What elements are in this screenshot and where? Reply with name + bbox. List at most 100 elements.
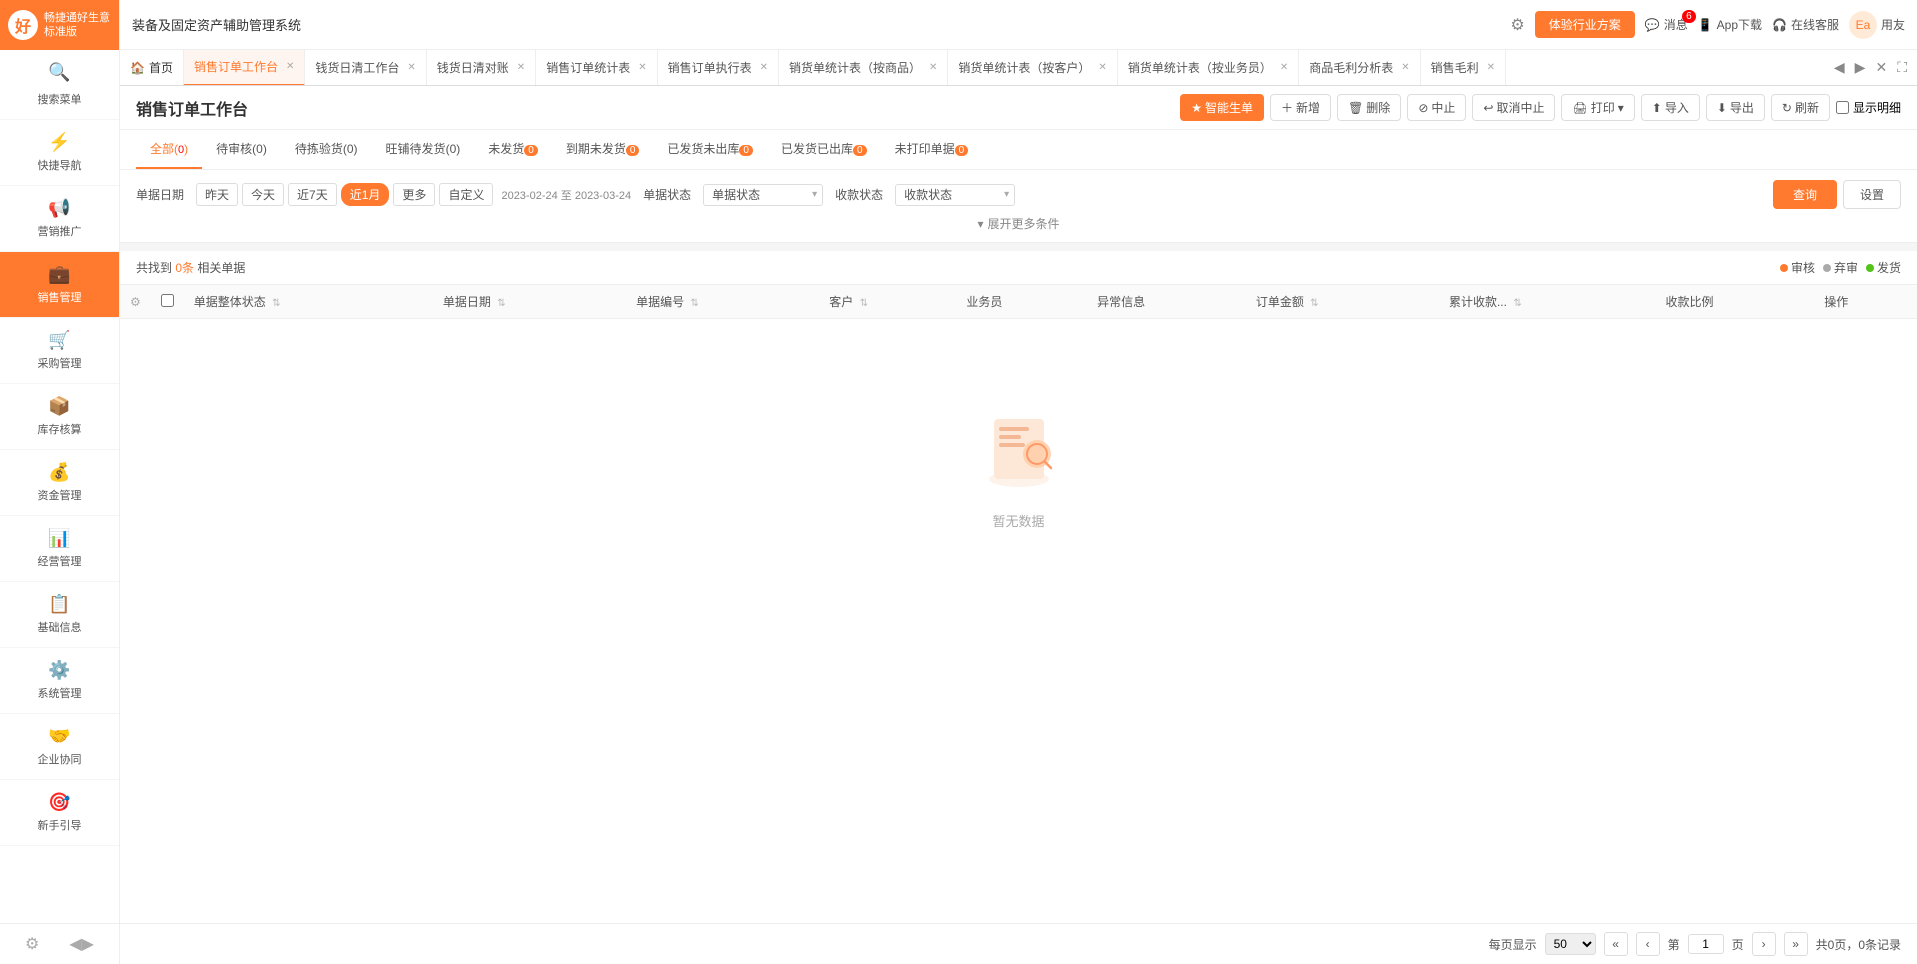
sidebar-item-purchase[interactable]: 🛒 采购管理	[0, 318, 119, 384]
sub-tab-all[interactable]: 全部(0)	[136, 130, 202, 169]
sidebar-item-finance[interactable]: 💰 资金管理	[0, 450, 119, 516]
import-button[interactable]: ⬆ 导入	[1641, 94, 1700, 121]
date-btn-1month[interactable]: 近1月	[341, 183, 390, 206]
sub-tab-pending-review[interactable]: 待审核(0)	[202, 130, 281, 169]
sub-tab-overdue-not-shipped[interactable]: 到期未发货0	[552, 130, 654, 169]
sub-tab-shipped-out[interactable]: 已发货已出库0	[767, 130, 881, 169]
select-all-checkbox[interactable]	[161, 294, 174, 307]
date-btn-7days[interactable]: 近7天	[288, 183, 337, 206]
status-select[interactable]: 单据状态	[703, 184, 823, 206]
sidebar-item-inventory[interactable]: 📦 库存核算	[0, 384, 119, 450]
next-page-btn[interactable]: ›	[1752, 932, 1776, 956]
tab-close-sales-stat-staff[interactable]: ✕	[1280, 62, 1288, 73]
filter-bar: 单据日期 昨天 今天 近7天 近1月 更多 自定义 2023-02-24 至 2…	[120, 170, 1917, 243]
sort-collected-icon[interactable]: ⇅	[1513, 298, 1521, 309]
tab-sales-stat-product[interactable]: 销货单统计表（按商品） ✕	[779, 50, 948, 86]
sidebar-item-operations[interactable]: 📊 经营管理	[0, 516, 119, 582]
th-checkbox[interactable]	[151, 285, 184, 319]
stop-button[interactable]: ⊘ 中止	[1407, 94, 1466, 121]
sidebar-item-sales[interactable]: 💼 销售管理	[0, 252, 119, 318]
tab-sales-order[interactable]: 销售订单工作台 ✕	[184, 50, 305, 86]
date-btn-yesterday[interactable]: 昨天	[196, 183, 238, 206]
tab-sales-exec[interactable]: 销售订单执行表 ✕	[658, 50, 779, 86]
tab-bar: 🏠 首页 销售订单工作台 ✕ 钱货日清工作台 ✕ 钱货日清对账 ✕ 销售订单统计…	[120, 50, 1917, 86]
add-button[interactable]: ＋ 新增	[1270, 94, 1331, 121]
sub-tab-not-printed[interactable]: 未打印单据0	[881, 130, 983, 169]
sub-tab-wangpu-pending[interactable]: 旺铺待发货(0)	[372, 130, 475, 169]
tab-cash-daily[interactable]: 钱货日清工作台 ✕	[305, 50, 426, 86]
show-detail-checkbox[interactable]	[1836, 101, 1849, 114]
user-menu-btn[interactable]: Ea 用友	[1849, 11, 1905, 39]
sort-number-icon[interactable]: ⇅	[690, 298, 698, 309]
tab-sales-stat-staff[interactable]: 销货单统计表（按业务员） ✕	[1118, 50, 1299, 86]
sidebar-collapse-btn[interactable]: ◀▶	[69, 934, 94, 954]
app-download-btn[interactable]: 📱 App下载	[1698, 16, 1762, 33]
date-btn-custom[interactable]: 自定义	[439, 183, 493, 206]
sub-tab-pending-inspect[interactable]: 待拣验货(0)	[281, 130, 372, 169]
date-btn-more[interactable]: 更多	[393, 183, 435, 206]
sidebar-item-system[interactable]: ⚙️ 系统管理	[0, 648, 119, 714]
tab-close-sales-stat-customer[interactable]: ✕	[1098, 62, 1106, 73]
set-button[interactable]: 设置	[1843, 180, 1901, 209]
prev-page-btn[interactable]: ‹	[1636, 932, 1660, 956]
tab-close-all-btn[interactable]: ✕	[1871, 57, 1891, 78]
tab-fullscreen-btn[interactable]: ⛶	[1893, 57, 1911, 78]
main-area: 装备及固定资产辅助管理系统 ⚙ 体验行业方案 💬 消息 6 📱 App下载 🎧 …	[120, 0, 1917, 964]
cancel-audit-action-btn[interactable]: 弃审	[1823, 259, 1858, 276]
sub-tab-shipped-not-out[interactable]: 已发货未出库0	[653, 130, 767, 169]
query-button[interactable]: 查询	[1773, 180, 1837, 209]
tab-gross-margin[interactable]: 商品毛利分析表 ✕	[1299, 50, 1420, 86]
tab-close-sales-revenue[interactable]: ✕	[1487, 62, 1495, 73]
sub-tab-not-shipped[interactable]: 未发货0	[474, 130, 552, 169]
message-btn[interactable]: 💬 消息 6	[1645, 16, 1688, 33]
tab-close-cash-daily[interactable]: ✕	[407, 62, 415, 73]
cancel-stop-button[interactable]: ↩ 取消中止	[1472, 94, 1555, 121]
sort-amount-icon[interactable]: ⇅	[1310, 298, 1318, 309]
sort-date-icon[interactable]: ⇅	[497, 298, 505, 309]
settings-icon[interactable]: ⚙	[1510, 15, 1524, 35]
print-button[interactable]: 🖨 打印 ▾	[1561, 94, 1634, 121]
online-service-btn[interactable]: 🎧 在线客服	[1772, 16, 1839, 33]
export-button[interactable]: ⬇ 导出	[1706, 94, 1765, 121]
sidebar-settings-btn[interactable]: ⚙	[25, 934, 39, 954]
sort-status-icon[interactable]: ⇅	[272, 298, 280, 309]
tab-sales-revenue[interactable]: 销售毛利 ✕	[1421, 50, 1506, 86]
tab-close-gross-margin[interactable]: ✕	[1401, 62, 1409, 73]
sidebar-item-guide[interactable]: 🎯 新手引导	[0, 780, 119, 846]
audit-action-btn[interactable]: 审核	[1780, 259, 1815, 276]
solution-button[interactable]: 体验行业方案	[1535, 11, 1635, 38]
page-number-input[interactable]	[1688, 934, 1724, 954]
first-page-btn[interactable]: «	[1604, 932, 1628, 956]
payment-select[interactable]: 收款状态	[895, 184, 1015, 206]
th-settings[interactable]: ⚙	[120, 285, 151, 319]
tab-close-sales-exec[interactable]: ✕	[760, 62, 768, 73]
sidebar-item-base-info[interactable]: 📋 基础信息	[0, 582, 119, 648]
tab-sales-stat-customer[interactable]: 销货单统计表（按客户） ✕	[948, 50, 1117, 86]
table-scroll-container[interactable]: ⚙ 单据整体状态 ⇅ 单据日期 ⇅	[120, 285, 1917, 610]
tab-prev-btn[interactable]: ◀	[1830, 57, 1849, 78]
sidebar-item-search[interactable]: 🔍 搜索菜单	[0, 50, 119, 120]
sidebar-item-quick-nav[interactable]: ⚡ 快捷导航	[0, 120, 119, 186]
tab-sales-stat[interactable]: 销售订单统计表 ✕	[536, 50, 657, 86]
smart-create-button[interactable]: ★ 智能生单	[1180, 94, 1264, 121]
show-detail-toggle[interactable]: 显示明细	[1836, 99, 1901, 116]
ship-action-btn[interactable]: 发货	[1866, 259, 1901, 276]
refresh-button[interactable]: ↻ 刷新	[1771, 94, 1830, 121]
sort-customer-icon[interactable]: ⇅	[860, 298, 868, 309]
tab-close-sales-stat[interactable]: ✕	[638, 62, 646, 73]
sidebar-item-marketing[interactable]: 📢 营销推广	[0, 186, 119, 252]
tab-close-sales-order[interactable]: ✕	[286, 61, 294, 72]
tab-home[interactable]: 🏠 首页	[120, 50, 184, 86]
expand-filter-btn[interactable]: ▾ 展开更多条件	[977, 215, 1059, 232]
date-btn-today[interactable]: 今天	[242, 183, 284, 206]
delete-button[interactable]: 🗑 删除	[1337, 94, 1401, 121]
page-size-select[interactable]: 50 10 20 100	[1545, 933, 1596, 955]
audit-dot	[1780, 264, 1788, 272]
tab-next-btn[interactable]: ▶	[1851, 57, 1870, 78]
tab-cash-reconcile[interactable]: 钱货日清对账 ✕	[427, 50, 536, 86]
tab-bar-controls: ◀ ▶ ✕ ⛶	[1824, 57, 1917, 78]
tab-close-cash-reconcile[interactable]: ✕	[517, 62, 525, 73]
tab-close-sales-stat-product[interactable]: ✕	[929, 62, 937, 73]
sidebar-item-enterprise[interactable]: 🤝 企业协同	[0, 714, 119, 780]
last-page-btn[interactable]: »	[1784, 932, 1808, 956]
